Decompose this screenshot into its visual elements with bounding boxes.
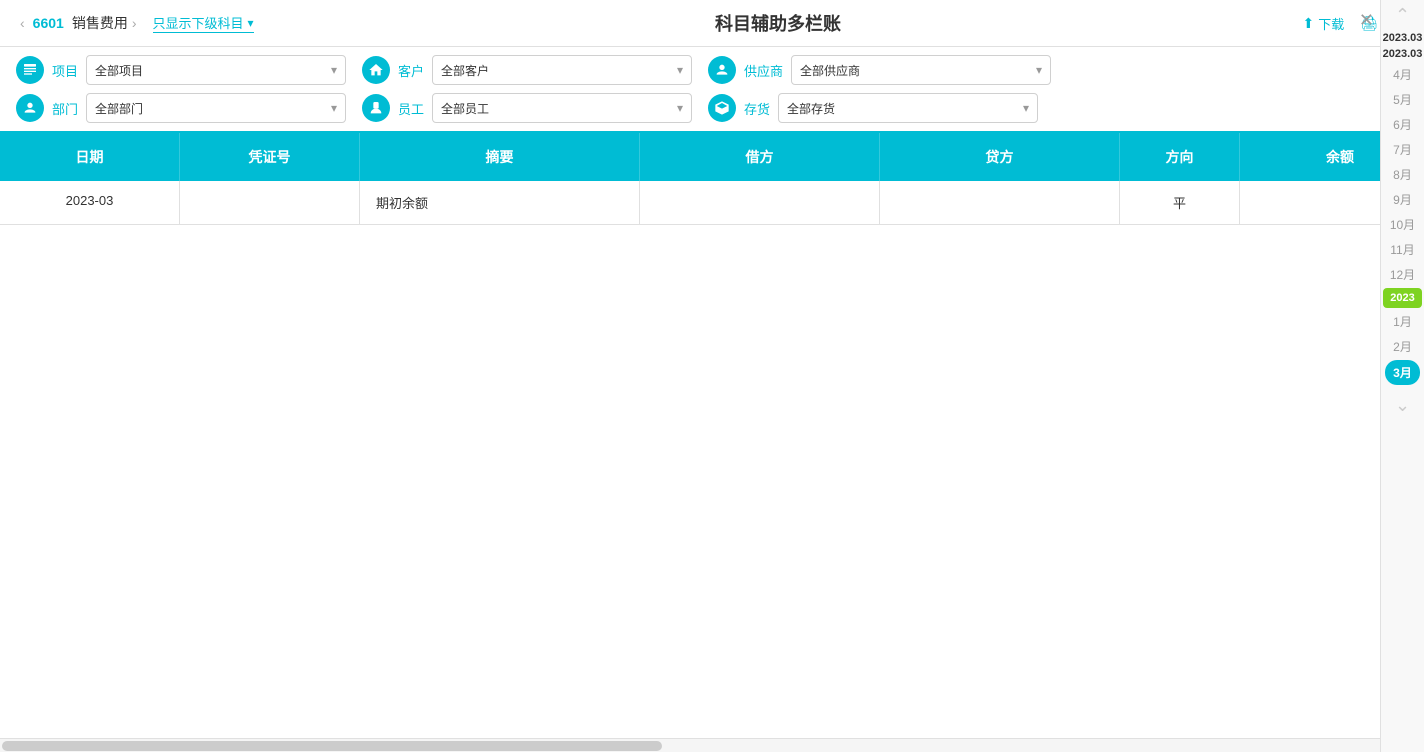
filter-item-customer: 客户 全部客户 ▾: [362, 55, 692, 85]
supplier-value: 全部供应商: [800, 62, 860, 79]
employee-label: 员工: [398, 99, 424, 118]
timeline-item-2[interactable]: 2月: [1381, 334, 1424, 359]
download-label: 下载: [1318, 14, 1344, 33]
cell-summary: 期初余额: [360, 181, 640, 224]
department-icon: [16, 94, 44, 122]
timeline-up-button[interactable]: ⌃: [1385, 0, 1421, 30]
timeline-panel: ⌃ 2023.03 2023.03 4月 5月 6月 7月 8月 9月 10月 …: [1380, 0, 1424, 752]
timeline-item-1[interactable]: 1月: [1381, 309, 1424, 334]
timeline-item-12[interactable]: 12月: [1381, 262, 1424, 287]
employee-icon: [362, 94, 390, 122]
timeline-item-7[interactable]: 7月: [1381, 137, 1424, 162]
cell-voucher: [180, 181, 360, 224]
filter-item-employee: 员工 全部员工 ▾: [362, 93, 692, 123]
close-button[interactable]: ✕: [1359, 10, 1374, 31]
project-icon: [16, 56, 44, 84]
table-row: 2023-03 期初余额 平: [0, 181, 1424, 225]
filter-row-1: 项目 全部项目 ▾ 客户 全部客户 ▾: [16, 55, 1408, 85]
cell-debit: [640, 181, 880, 224]
show-sub-label: 只显示下级科目: [153, 13, 244, 32]
cell-date: 2023-03: [0, 181, 180, 224]
timeline-down-button[interactable]: ⌄: [1385, 386, 1421, 416]
timeline-item-9[interactable]: 9月: [1381, 187, 1424, 212]
timeline-item-11[interactable]: 11月: [1381, 237, 1424, 262]
filter-item-project: 项目 全部项目 ▾: [16, 55, 346, 85]
show-sub-button[interactable]: 只显示下级科目 ▾: [153, 13, 254, 33]
department-select[interactable]: 全部部门 ▾: [86, 93, 346, 123]
table-header: 日期 凭证号 摘要 借方 贷方 方向 余额: [0, 133, 1424, 181]
table-body: 2023-03 期初余额 平: [0, 181, 1424, 225]
col-debit: 借方: [640, 133, 880, 181]
project-arrow-icon: ▾: [331, 63, 337, 77]
chevron-up-icon: ⌃: [1395, 5, 1410, 26]
employee-value: 全部员工: [441, 100, 489, 117]
customer-arrow-icon: ▾: [677, 63, 683, 77]
cell-direction: 平: [1120, 181, 1240, 224]
employee-select[interactable]: 全部员工 ▾: [432, 93, 692, 123]
timeline-item-6[interactable]: 6月: [1381, 112, 1424, 137]
filter-area: 项目 全部项目 ▾ 客户 全部客户 ▾: [0, 47, 1424, 131]
employee-arrow-icon: ▾: [677, 101, 683, 115]
department-value: 全部部门: [95, 100, 143, 117]
account-code: 6601: [33, 15, 64, 31]
cell-credit: [880, 181, 1120, 224]
timeline-item-5[interactable]: 5月: [1381, 87, 1424, 112]
header: ‹ 6601 销售费用 › 只显示下级科目 ▾ 科目辅助多栏账 ⬆ 下载 🖨 打…: [0, 0, 1424, 47]
chevron-down-icon: ⌄: [1395, 395, 1410, 416]
page-title: 科目辅助多栏账: [254, 10, 1303, 36]
horizontal-scrollbar[interactable]: [0, 738, 1380, 752]
customer-value: 全部客户: [441, 62, 489, 79]
supplier-select[interactable]: 全部供应商 ▾: [791, 55, 1051, 85]
customer-select[interactable]: 全部客户 ▾: [432, 55, 692, 85]
scrollbar-thumb[interactable]: [2, 741, 662, 751]
filter-item-department: 部门 全部部门 ▾: [16, 93, 346, 123]
timeline-item-4[interactable]: 4月: [1381, 62, 1424, 87]
filter-item-inventory: 存货 全部存货 ▾: [708, 93, 1038, 123]
col-summary: 摘要: [360, 133, 640, 181]
supplier-label: 供应商: [744, 61, 783, 80]
col-credit: 贷方: [880, 133, 1120, 181]
inventory-label: 存货: [744, 99, 770, 118]
timeline-item-10[interactable]: 10月: [1381, 212, 1424, 237]
timeline-item-3-active[interactable]: 3月: [1385, 360, 1420, 385]
table-area: 日期 凭证号 摘要 借方 贷方 方向 余额 2023-03 期初余额 平: [0, 131, 1424, 225]
download-button[interactable]: ⬆ 下载: [1302, 14, 1344, 33]
timeline-item-header-1[interactable]: 2023.03: [1381, 30, 1424, 46]
col-direction: 方向: [1120, 133, 1240, 181]
main-window: ✕ ‹ 6601 销售费用 › 只显示下级科目 ▾ 科目辅助多栏账 ⬆ 下载 🖨…: [0, 0, 1424, 752]
inventory-select[interactable]: 全部存货 ▾: [778, 93, 1038, 123]
project-value: 全部项目: [95, 62, 143, 79]
supplier-arrow-icon: ▾: [1036, 63, 1042, 77]
inventory-value: 全部存货: [787, 100, 835, 117]
prev-account-button[interactable]: ‹: [16, 15, 29, 31]
department-arrow-icon: ▾: [331, 101, 337, 115]
department-label: 部门: [52, 99, 78, 118]
timeline-year-badge[interactable]: 2023: [1383, 288, 1422, 308]
filter-item-supplier: 供应商 全部供应商 ▾: [708, 55, 1051, 85]
customer-icon: [362, 56, 390, 84]
filter-row-2: 部门 全部部门 ▾ 员工 全部员工 ▾: [16, 93, 1408, 123]
project-label: 项目: [52, 61, 78, 80]
project-select[interactable]: 全部项目 ▾: [86, 55, 346, 85]
timeline-item-header-2[interactable]: 2023.03: [1381, 46, 1424, 62]
download-icon: ⬆: [1302, 15, 1314, 32]
col-voucher: 凭证号: [180, 133, 360, 181]
next-account-button[interactable]: ›: [128, 15, 141, 31]
account-name: 销售费用: [72, 13, 128, 33]
customer-label: 客户: [398, 61, 424, 80]
inventory-arrow-icon: ▾: [1023, 101, 1029, 115]
inventory-icon: [708, 94, 736, 122]
supplier-icon: [708, 56, 736, 84]
col-date: 日期: [0, 133, 180, 181]
timeline-item-8[interactable]: 8月: [1381, 162, 1424, 187]
